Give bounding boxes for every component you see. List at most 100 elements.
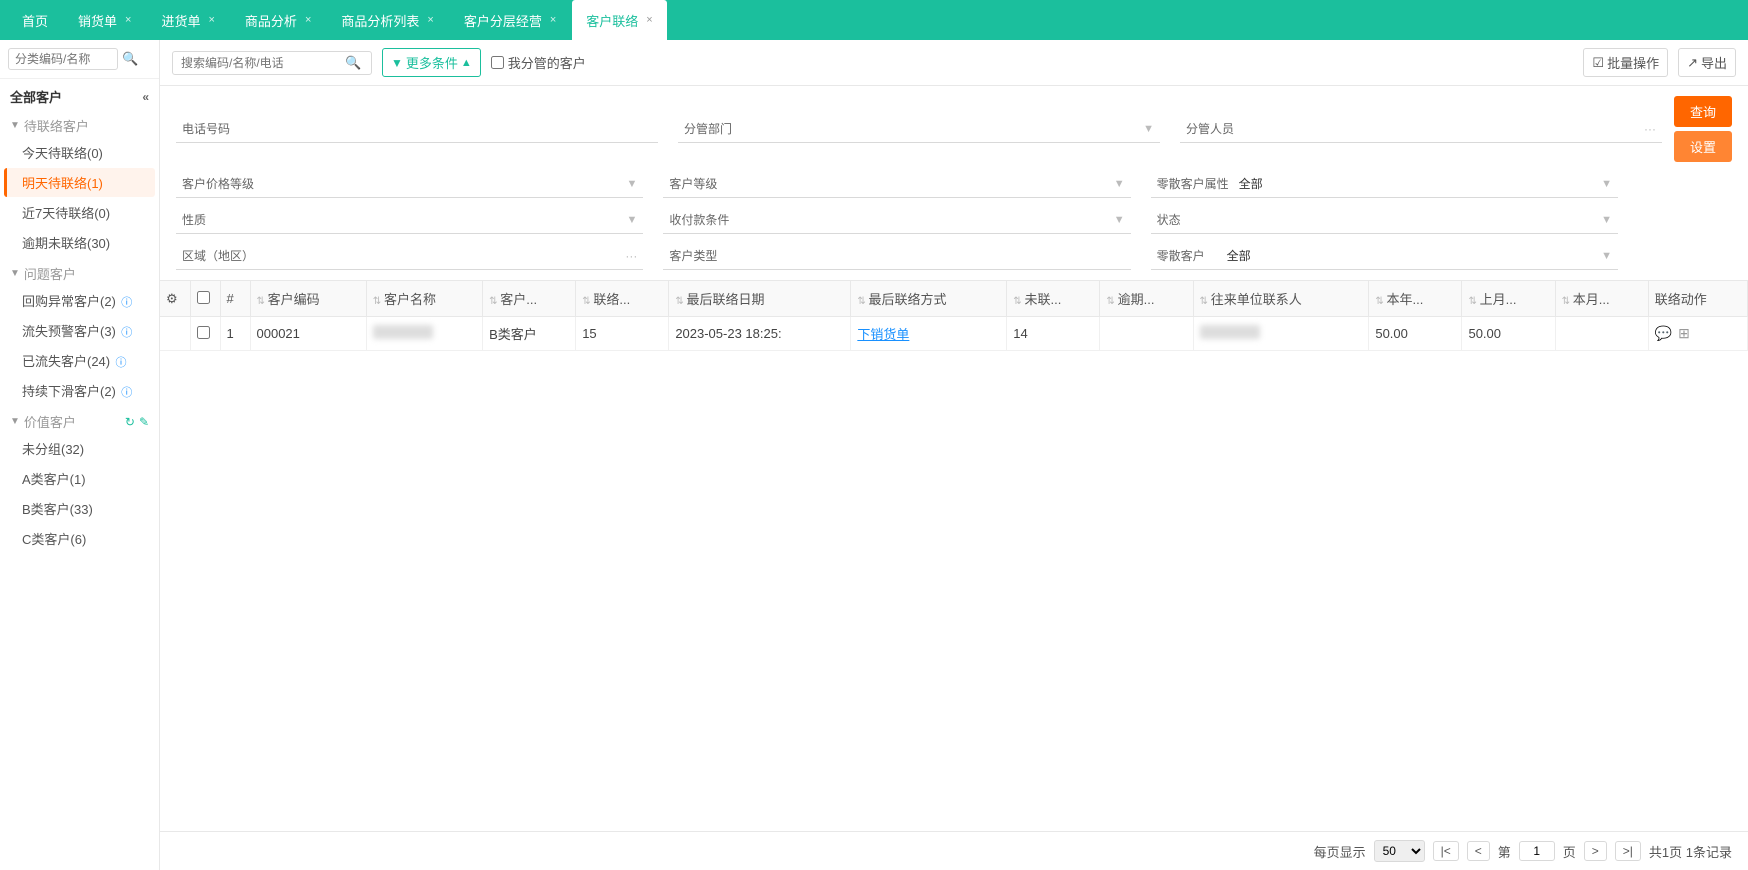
col-this-month[interactable]: 本月... <box>1555 281 1648 317</box>
nav-sales-order-close[interactable]: × <box>125 14 131 26</box>
batch-op-button[interactable]: ☑ 批量操作 <box>1583 48 1668 77</box>
checkbox-icon: ☑ <box>1592 55 1604 71</box>
col-checkbox[interactable] <box>190 281 220 317</box>
edit-icon[interactable]: ✎ <box>139 415 149 429</box>
sidebar-item-declining[interactable]: 持续下滑客户(2) ⓘ <box>4 376 155 405</box>
main-search-input[interactable] <box>181 56 341 70</box>
row-last-month: 50.00 <box>1462 317 1555 351</box>
nav-product-analysis[interactable]: 商品分析 × <box>231 0 325 40</box>
col-unit-contact[interactable]: 往来单位联系人 <box>1193 281 1369 317</box>
col-this-year[interactable]: 本年... <box>1369 281 1462 317</box>
sidebar-item-tomorrow[interactable]: 明天待联络(1) <box>4 168 155 197</box>
filter-region[interactable]: 区域（地区） ··· <box>176 242 643 270</box>
problem-customers-section[interactable]: ▼ 问题客户 <box>0 258 159 285</box>
unit-contact-blurred <box>1200 325 1260 339</box>
row-checkbox-cell[interactable] <box>190 317 220 351</box>
first-page-button[interactable]: |< <box>1433 841 1459 861</box>
filter-customer-grade[interactable]: 客户等级 ▼ <box>663 170 1130 198</box>
row-name <box>366 317 482 351</box>
filter-dept[interactable]: 分管部门 ▼ <box>678 115 1160 143</box>
sidebar-item-ungrouped[interactable]: 未分组(32) <box>4 434 155 463</box>
filter-price-grade[interactable]: 客户价格等级 ▼ <box>176 170 643 198</box>
nav-product-analysis-list[interactable]: 商品分析列表 × <box>327 0 447 40</box>
value-customers-section[interactable]: ▼ 价值客户 ↻ ✎ <box>0 406 159 433</box>
retail-attr-label: 零散客户属性 <box>1157 175 1229 192</box>
per-page-select[interactable]: 50 100 <box>1374 840 1425 862</box>
col-type[interactable]: 客户... <box>483 281 576 317</box>
collapse-icon[interactable]: « <box>142 90 149 104</box>
setting-button[interactable]: 设置 <box>1674 131 1732 162</box>
sidebar-item-class-c[interactable]: C类客户(6) <box>4 524 155 553</box>
payment-dropdown-icon: ▼ <box>1114 214 1125 226</box>
nav-purchase-order-close[interactable]: × <box>208 14 214 26</box>
col-last-contact-method[interactable]: 最后联络方式 <box>851 281 1007 317</box>
col-name[interactable]: 客户名称 <box>366 281 482 317</box>
row-checkbox[interactable] <box>197 326 210 339</box>
filter-phone: 电话号码 <box>176 115 658 143</box>
refresh-icon[interactable]: ↻ <box>125 415 135 429</box>
nav-purchase-order[interactable]: 进货单 × <box>147 0 228 40</box>
sidebar-item-7days[interactable]: 近7天待联络(0) <box>4 198 155 227</box>
filter-nature[interactable]: 性质 ▼ <box>176 206 643 234</box>
nav-home[interactable]: 首页 <box>8 0 62 40</box>
sidebar-item-today[interactable]: 今天待联络(0) <box>4 138 155 167</box>
more-action-icon[interactable]: ⊞ <box>1678 325 1690 342</box>
value-customers-triangle: ▼ <box>10 416 20 427</box>
sidebar-search-input[interactable] <box>8 48 118 70</box>
export-label: 导出 <box>1701 53 1727 72</box>
nav-customer-contact[interactable]: 客户联络 × <box>572 0 666 40</box>
filter-retail-customer[interactable]: 零散客户 全部 ▼ <box>1151 242 1618 270</box>
pending-contact-section[interactable]: ▼ 待联络客户 <box>0 110 159 137</box>
sidebar-item-class-b[interactable]: B类客户(33) <box>4 494 155 523</box>
next-page-button[interactable]: > <box>1584 841 1607 861</box>
filter-status[interactable]: 状态 ▼ <box>1151 206 1618 234</box>
export-button[interactable]: ↗ 导出 <box>1678 48 1736 77</box>
sidebar-item-churn-warning[interactable]: 流失预警客户(3) ⓘ <box>4 316 155 345</box>
nav-product-analysis-close[interactable]: × <box>305 14 311 26</box>
col-overdue[interactable]: 逾期... <box>1100 281 1193 317</box>
region-more-icon[interactable]: ··· <box>625 249 637 263</box>
phone-label: 电话号码 <box>182 120 242 137</box>
col-last-month[interactable]: 上月... <box>1462 281 1555 317</box>
nav-customer-contact-close[interactable]: × <box>646 14 652 26</box>
filter-manager[interactable]: 分管人员 ··· <box>1180 115 1662 143</box>
col-last-contact-date[interactable]: 最后联络日期 <box>669 281 851 317</box>
pagination-bar: 每页显示 50 100 |< < 第 页 > >| 共1页 1条记录 <box>160 831 1748 870</box>
page-number-input[interactable] <box>1519 841 1555 861</box>
filter-retail-attr[interactable]: 零散客户属性 全部 ▼ <box>1151 170 1618 198</box>
row-unit-contact <box>1193 317 1369 351</box>
select-all-checkbox[interactable] <box>197 291 210 304</box>
content-area: 🔍 ▼ 更多条件 ▲ 我分管的客户 ☑ 批量操作 ↗ 导出 <box>160 40 1748 870</box>
nav-customer-segmentation-close[interactable]: × <box>550 14 556 26</box>
more-filters-button[interactable]: ▼ 更多条件 ▲ <box>382 48 481 77</box>
nav-product-analysis-list-close[interactable]: × <box>427 14 433 26</box>
my-customers-checkbox[interactable] <box>491 56 504 69</box>
col-code[interactable]: 客户编码 <box>250 281 366 317</box>
last-contact-method-link[interactable]: 下销货单 <box>857 327 909 342</box>
main-search-icon[interactable]: 🔍 <box>345 55 361 71</box>
nav-customer-segmentation[interactable]: 客户分层经营 × <box>450 0 570 40</box>
sidebar-item-repurchase-abnormal[interactable]: 回购异常客户(2) ⓘ <box>4 286 155 315</box>
adv-filter-row-2: 客户价格等级 ▼ 客户等级 ▼ 零散客户属性 全部 ▼ <box>176 170 1732 198</box>
col-uncontacted[interactable]: 未联... <box>1007 281 1100 317</box>
contact-action-icon[interactable]: 💬 <box>1655 325 1672 342</box>
nav-product-analysis-label: 商品分析 <box>245 11 297 30</box>
col-settings[interactable]: ⚙ <box>160 281 190 317</box>
filter-customer-type[interactable]: 客户类型 <box>663 242 1130 270</box>
sidebar-item-overdue[interactable]: 逾期未联络(30) <box>4 228 155 257</box>
all-customers-label[interactable]: 全部客户 <box>10 87 62 106</box>
prev-page-button[interactable]: < <box>1467 841 1490 861</box>
manager-more-icon[interactable]: ··· <box>1644 122 1656 136</box>
my-customers-checkbox-label[interactable]: 我分管的客户 <box>491 53 586 72</box>
row-last-contact-method[interactable]: 下销货单 <box>851 317 1007 351</box>
sidebar-search-icon[interactable]: 🔍 <box>122 51 138 67</box>
sidebar-item-churned[interactable]: 已流失客户(24) ⓘ <box>4 346 155 375</box>
col-contact-count[interactable]: 联络... <box>576 281 669 317</box>
last-page-button[interactable]: >| <box>1615 841 1641 861</box>
info-icon-0: ⓘ <box>121 297 132 309</box>
query-button[interactable]: 查询 <box>1674 96 1732 127</box>
filter-payment[interactable]: 收付款条件 ▼ <box>663 206 1130 234</box>
sidebar-item-class-a[interactable]: A类客户(1) <box>4 464 155 493</box>
pending-contact-title: 待联络客户 <box>24 116 89 135</box>
nav-sales-order[interactable]: 销货单 × <box>64 0 145 40</box>
